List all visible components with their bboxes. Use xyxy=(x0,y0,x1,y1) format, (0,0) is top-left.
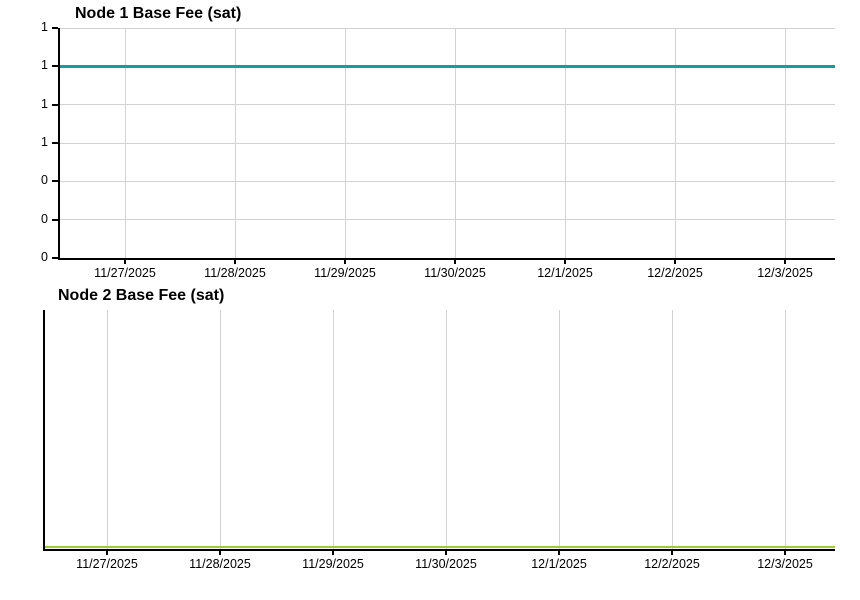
gridline-vertical xyxy=(558,310,560,549)
y-tick-mark xyxy=(52,65,58,68)
x-tick-mark xyxy=(106,549,108,555)
x-tick-label: 12/3/2025 xyxy=(757,557,813,571)
gridline-vertical xyxy=(784,310,786,549)
series-line-node-1-base-fee xyxy=(60,64,835,68)
x-tick-mark xyxy=(234,258,236,264)
x-tick-mark xyxy=(219,549,221,555)
x-tick-mark xyxy=(674,258,676,264)
x-tick-mark xyxy=(332,549,334,555)
node1-chart-title: Node 1 Base Fee (sat) xyxy=(75,5,242,22)
gridline-vertical xyxy=(332,310,334,549)
gridline-horizontal xyxy=(60,27,835,29)
y-tick-mark xyxy=(52,218,58,221)
x-tick-mark xyxy=(671,549,673,555)
y-tick-label: 1 xyxy=(41,58,48,73)
gridline-horizontal xyxy=(60,219,835,221)
y-tick-label: 0 xyxy=(41,211,48,226)
series-line-node-2-base-fee xyxy=(45,545,835,548)
x-tick-mark xyxy=(124,258,126,264)
gridline-vertical xyxy=(219,310,221,549)
node1-plot-area: 1 1 1 1 0 0 0 11/27/2025 11/28/2025 11/29/2025 11/… xyxy=(41,20,835,280)
x-tick-mark xyxy=(784,258,786,264)
x-tick-label: 11/29/2025 xyxy=(314,266,376,280)
x-tick-label: 11/27/2025 xyxy=(94,266,156,280)
x-tick-label: 12/2/2025 xyxy=(647,266,703,280)
y-tick-label: 0 xyxy=(41,250,48,264)
x-tick-mark xyxy=(558,549,560,555)
y-tick-mark xyxy=(52,257,58,259)
x-tick-mark xyxy=(454,258,456,264)
x-tick-label: 12/1/2025 xyxy=(531,557,587,571)
y-tick-label: 1 xyxy=(41,96,48,111)
x-tick-label: 12/3/2025 xyxy=(757,266,813,280)
x-tick-label: 11/27/2025 xyxy=(76,557,138,571)
x-tick-mark xyxy=(344,258,346,264)
x-tick-label: 11/28/2025 xyxy=(204,266,266,280)
y-tick-mark xyxy=(52,103,58,106)
gridline-vertical xyxy=(445,310,447,549)
charts-page: Node 1 Base Fee (sat) 1 1 1 1 0 0 0 11/27/2025 1… xyxy=(0,0,860,600)
y-tick-label: 0 xyxy=(41,173,48,188)
node2-chart-title: Node 2 Base Fee (sat) xyxy=(58,287,225,304)
node2-plot-area: 11/27/2025 11/28/2025 11/29/2025 11/30/2025… xyxy=(43,310,835,571)
gridline-horizontal xyxy=(60,142,835,144)
x-tick-mark xyxy=(564,258,566,264)
x-tick-label: 11/30/2025 xyxy=(415,557,477,571)
y-tick-label: 1 xyxy=(41,135,48,149)
x-tick-label: 11/30/2025 xyxy=(424,266,486,280)
y-tick-mark xyxy=(52,27,58,29)
x-tick-label: 11/28/2025 xyxy=(189,557,251,571)
gridline-vertical xyxy=(671,310,673,549)
y-tick-mark xyxy=(52,142,58,144)
x-tick-mark xyxy=(784,549,786,555)
gridline-horizontal xyxy=(60,104,835,106)
x-tick-label: 11/29/2025 xyxy=(302,557,364,571)
x-tick-mark xyxy=(445,549,447,555)
gridline-vertical xyxy=(106,310,108,549)
y-tick-mark xyxy=(52,180,58,183)
gridline-horizontal xyxy=(60,180,835,182)
x-tick-label: 12/1/2025 xyxy=(537,266,593,280)
x-tick-label: 12/2/2025 xyxy=(644,557,700,571)
y-tick-label: 1 xyxy=(41,20,48,34)
